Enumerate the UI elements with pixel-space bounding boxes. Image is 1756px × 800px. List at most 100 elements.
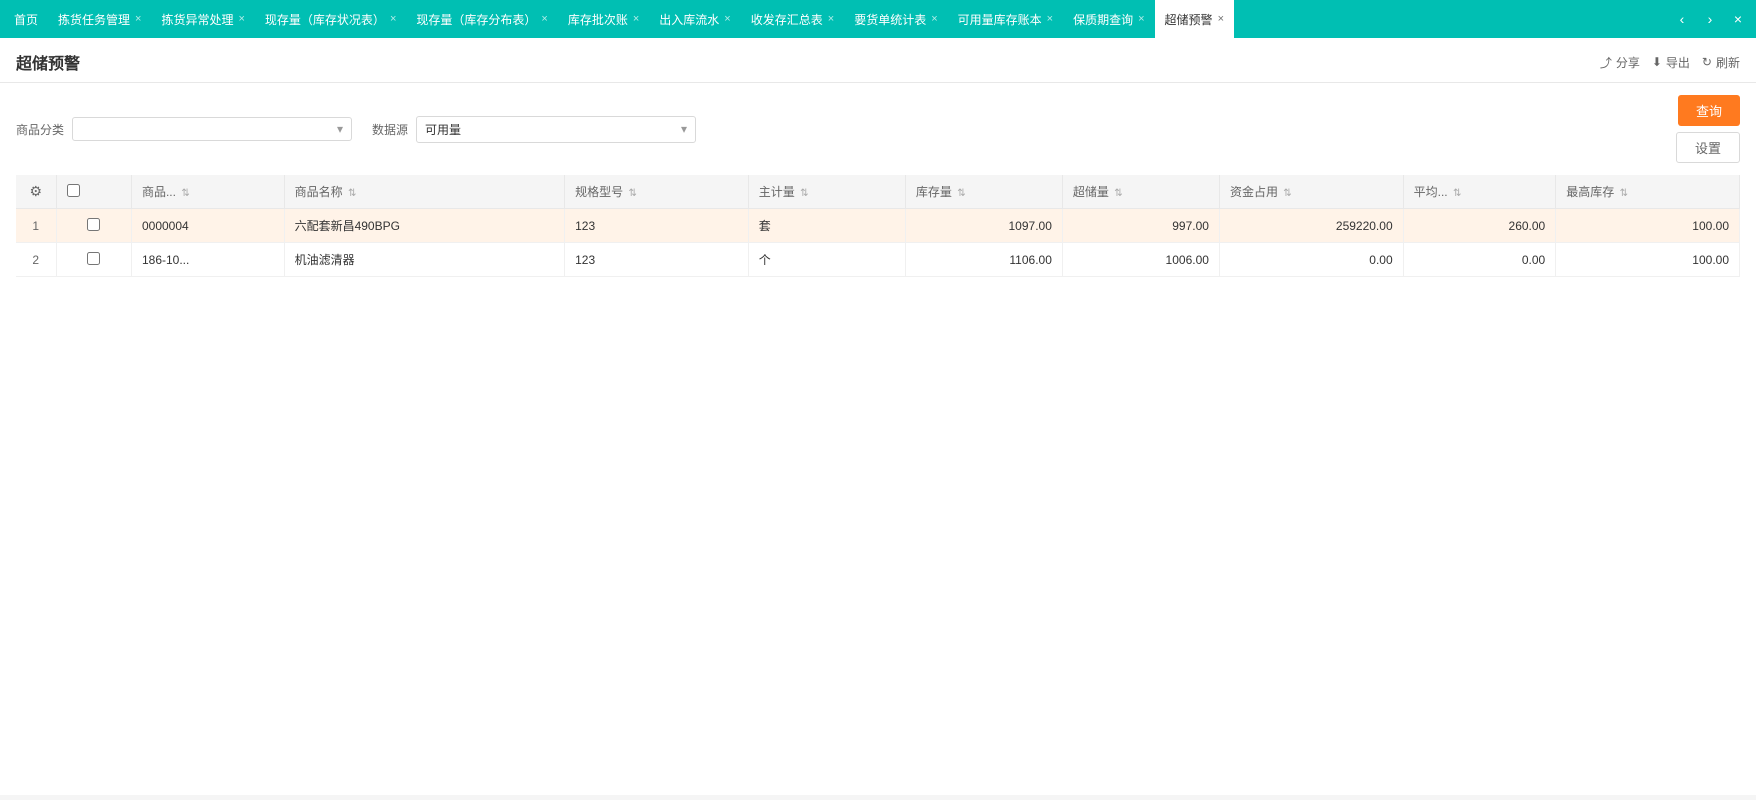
close-icon[interactable]: × bbox=[931, 13, 937, 25]
nav-exception[interactable]: 拣货异常处理 × bbox=[151, 0, 254, 38]
nav-task-mgmt[interactable]: 拣货任务管理 × bbox=[48, 0, 151, 38]
filter-row: 商品分类 ▾ 数据源 可用量 ▾ 查询 设置 bbox=[16, 95, 1740, 163]
sort-icon: ⇅ bbox=[957, 188, 965, 199]
close-icon[interactable]: × bbox=[1138, 13, 1144, 25]
filter-buttons: 查询 设置 bbox=[1676, 95, 1740, 163]
close-icon[interactable]: × bbox=[828, 13, 834, 25]
col-spec[interactable]: 规格型号 ⇅ bbox=[565, 175, 749, 209]
sort-icon: ⇅ bbox=[348, 188, 356, 199]
row-checkbox-cell[interactable] bbox=[56, 209, 131, 243]
nav-receive-send[interactable]: 收发存汇总表 × bbox=[741, 0, 844, 38]
category-label: 商品分类 bbox=[16, 121, 64, 138]
share-button[interactable]: ⤴ 分享 bbox=[1600, 54, 1640, 71]
nav-order-stats[interactable]: 要货单统计表 × bbox=[844, 0, 947, 38]
nav-arrows: ‹ › × bbox=[1668, 0, 1752, 38]
col-capital[interactable]: 资金占用 ⇅ bbox=[1219, 175, 1403, 209]
close-icon[interactable]: × bbox=[633, 13, 639, 25]
cell-avg: 260.00 bbox=[1403, 209, 1556, 243]
close-icon[interactable]: × bbox=[238, 13, 244, 25]
gear-icon[interactable]: ⚙ bbox=[29, 183, 42, 199]
close-icon[interactable]: × bbox=[1047, 13, 1053, 25]
nav-stock-status[interactable]: 现存量（库存状况表） × bbox=[255, 0, 406, 38]
cell-unit: 套 bbox=[748, 209, 905, 243]
cell-product-name: 六配套新昌490BPG bbox=[284, 209, 565, 243]
col-avg[interactable]: 平均... ⇅ bbox=[1403, 175, 1556, 209]
table-header-row: ⚙ 商品... ⇅ 商品名称 ⇅ 规格型号 ⇅ 主计量 bbox=[16, 175, 1740, 209]
export-icon: ⬇ bbox=[1652, 55, 1662, 69]
nav-inout-flow[interactable]: 出入库流水 × bbox=[649, 0, 740, 38]
cell-overstock: 1006.00 bbox=[1062, 243, 1219, 277]
chevron-down-icon: ▾ bbox=[337, 122, 343, 136]
sort-icon: ⇅ bbox=[628, 188, 636, 199]
nav-prev-arrow[interactable]: ‹ bbox=[1668, 0, 1696, 38]
cell-max-stock: 100.00 bbox=[1556, 209, 1740, 243]
gear-header[interactable]: ⚙ bbox=[16, 175, 56, 209]
cell-product-code: 186-10... bbox=[131, 243, 284, 277]
cell-unit: 个 bbox=[748, 243, 905, 277]
refresh-button[interactable]: ↻ 刷新 bbox=[1702, 54, 1740, 71]
cell-spec: 123 bbox=[565, 209, 749, 243]
select-all-checkbox[interactable] bbox=[67, 184, 80, 197]
cell-overstock: 997.00 bbox=[1062, 209, 1219, 243]
cell-spec: 123 bbox=[565, 243, 749, 277]
datasource-filter: 数据源 可用量 ▾ bbox=[372, 116, 696, 143]
sort-icon: ⇅ bbox=[1283, 188, 1291, 199]
nav-overstock[interactable]: 超储预警 × bbox=[1155, 0, 1234, 38]
cell-max-stock: 100.00 bbox=[1556, 243, 1740, 277]
close-icon[interactable]: × bbox=[724, 13, 730, 25]
close-icon[interactable]: × bbox=[1218, 13, 1224, 25]
sort-icon: ⇅ bbox=[1620, 188, 1628, 199]
nav-available-account[interactable]: 可用量库存账本 × bbox=[948, 0, 1063, 38]
row-checkbox-cell[interactable] bbox=[56, 243, 131, 277]
cell-stock: 1106.00 bbox=[905, 243, 1062, 277]
col-overstock[interactable]: 超储量 ⇅ bbox=[1062, 175, 1219, 209]
col-product-code[interactable]: 商品... ⇅ bbox=[131, 175, 284, 209]
nav-expiry[interactable]: 保质期查询 × bbox=[1063, 0, 1154, 38]
page-title: 超储预警 bbox=[16, 50, 80, 74]
close-icon[interactable]: × bbox=[135, 13, 141, 25]
data-table: ⚙ 商品... ⇅ 商品名称 ⇅ 规格型号 ⇅ 主计量 bbox=[16, 175, 1740, 277]
setting-button[interactable]: 设置 bbox=[1676, 132, 1740, 163]
datasource-select[interactable]: 可用量 ▾ bbox=[416, 116, 696, 143]
cell-product-code: 0000004 bbox=[131, 209, 284, 243]
cell-capital: 259220.00 bbox=[1219, 209, 1403, 243]
sort-icon: ⇅ bbox=[181, 188, 189, 199]
sort-icon: ⇅ bbox=[800, 188, 808, 199]
nav-next-arrow[interactable]: › bbox=[1696, 0, 1724, 38]
table-row: 2 186-10... 机油滤清器 123 个 1106.00 1006.00 … bbox=[16, 243, 1740, 277]
col-stock[interactable]: 库存量 ⇅ bbox=[905, 175, 1062, 209]
col-max-stock[interactable]: 最高库存 ⇅ bbox=[1556, 175, 1740, 209]
cell-product-name: 机油滤清器 bbox=[284, 243, 565, 277]
row-checkbox[interactable] bbox=[87, 252, 100, 265]
row-number: 2 bbox=[16, 243, 56, 277]
sort-icon: ⇅ bbox=[1114, 188, 1122, 199]
top-nav: 首页 拣货任务管理 × 拣货异常处理 × 现存量（库存状况表） × 现存量（库存… bbox=[0, 0, 1756, 38]
checkbox-header[interactable] bbox=[56, 175, 131, 209]
nav-stock-dist[interactable]: 现存量（库存分布表） × bbox=[406, 0, 557, 38]
export-button[interactable]: ⬇ 导出 bbox=[1652, 54, 1690, 71]
category-select[interactable]: ▾ bbox=[72, 117, 352, 141]
refresh-icon: ↻ bbox=[1702, 55, 1712, 69]
query-button[interactable]: 查询 bbox=[1678, 95, 1740, 126]
row-checkbox[interactable] bbox=[87, 218, 100, 231]
cell-avg: 0.00 bbox=[1403, 243, 1556, 277]
page-header: 超储预警 ⤴ 分享 ⬇ 导出 ↻ 刷新 bbox=[0, 38, 1756, 83]
nav-home[interactable]: 首页 bbox=[4, 0, 48, 38]
cell-stock: 1097.00 bbox=[905, 209, 1062, 243]
close-icon[interactable]: × bbox=[390, 13, 396, 25]
main-content: 商品分类 ▾ 数据源 可用量 ▾ 查询 设置 ⚙ bbox=[0, 83, 1756, 795]
col-product-name[interactable]: 商品名称 ⇅ bbox=[284, 175, 565, 209]
share-icon: ⤴ bbox=[1600, 54, 1612, 71]
row-number: 1 bbox=[16, 209, 56, 243]
category-filter: 商品分类 ▾ bbox=[16, 117, 352, 141]
col-unit[interactable]: 主计量 ⇅ bbox=[748, 175, 905, 209]
datasource-select-value: 可用量 bbox=[425, 121, 461, 138]
cell-capital: 0.00 bbox=[1219, 243, 1403, 277]
close-icon[interactable]: × bbox=[541, 13, 547, 25]
sort-icon: ⇅ bbox=[1453, 188, 1461, 199]
nav-batch-account[interactable]: 库存批次账 × bbox=[558, 0, 649, 38]
nav-close-arrow[interactable]: × bbox=[1724, 0, 1752, 38]
datasource-label: 数据源 bbox=[372, 121, 408, 138]
header-actions: ⤴ 分享 ⬇ 导出 ↻ 刷新 bbox=[1600, 54, 1740, 71]
table-row: 1 0000004 六配套新昌490BPG 123 套 1097.00 997.… bbox=[16, 209, 1740, 243]
